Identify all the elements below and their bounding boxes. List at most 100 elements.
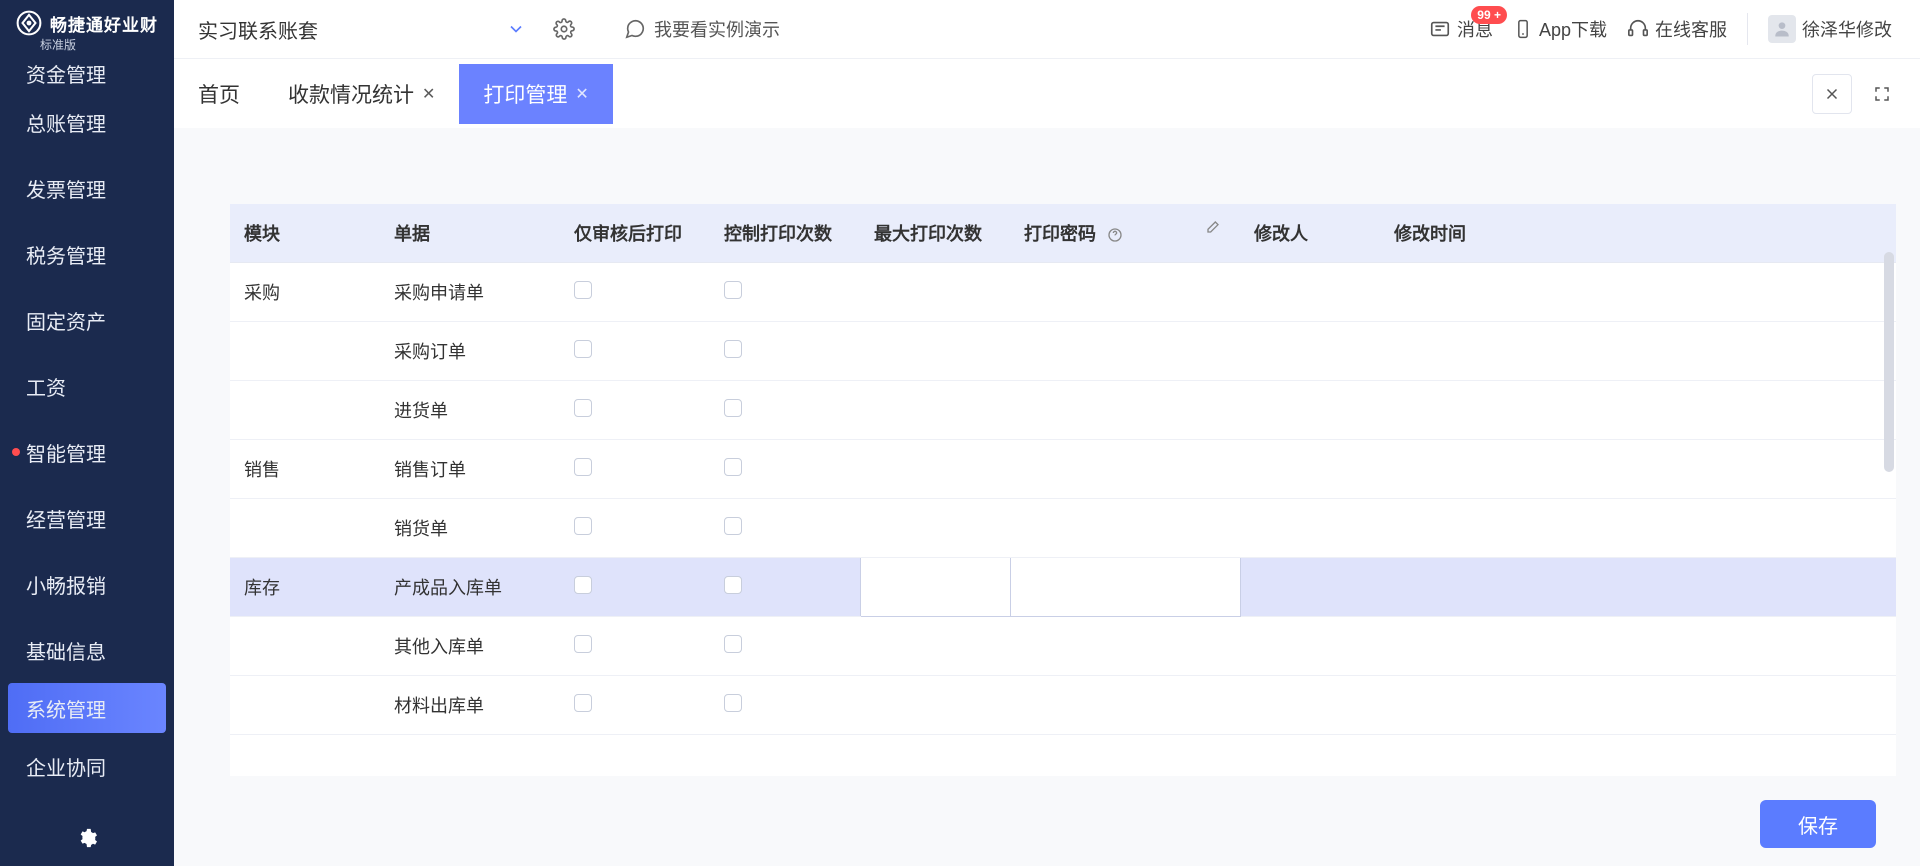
message-icon: [1429, 18, 1451, 40]
cell-audit: [560, 381, 710, 440]
cell-ctrl: [710, 322, 860, 381]
messages-button[interactable]: 消息 99 +: [1429, 16, 1493, 42]
scrollbar[interactable]: [1884, 252, 1894, 472]
table-row[interactable]: 采购采购申请单: [230, 263, 1896, 322]
support-button[interactable]: 在线客服: [1627, 16, 1727, 42]
user-menu[interactable]: 徐泽华修改: [1768, 15, 1892, 43]
col-ctrl: 控制打印次数: [710, 204, 860, 263]
audit-checkbox[interactable]: [574, 340, 592, 358]
account-name: 实习联系账套: [198, 15, 318, 44]
cell-audit: [560, 322, 710, 381]
sidebar-item-assets[interactable]: 固定资产: [0, 287, 174, 353]
sidebar-item-tax[interactable]: 税务管理: [0, 221, 174, 287]
audit-checkbox[interactable]: [574, 458, 592, 476]
ctrl-checkbox[interactable]: [724, 517, 742, 535]
headset-icon: [1627, 18, 1649, 40]
audit-checkbox[interactable]: [574, 635, 592, 653]
table-row[interactable]: 材料出库单: [230, 676, 1896, 735]
fullscreen-button[interactable]: [1862, 74, 1902, 114]
cell-ctrl: [710, 676, 860, 735]
col-modifier: 修改人: [1240, 204, 1380, 263]
cell-modtime: [1380, 440, 1896, 499]
cell-pwd: [1010, 381, 1240, 440]
cell-audit: [560, 440, 710, 499]
app-download-button[interactable]: App下载: [1513, 16, 1607, 42]
cell-max[interactable]: [860, 558, 1010, 617]
audit-checkbox[interactable]: [574, 399, 592, 417]
cell-audit: [560, 263, 710, 322]
cell-module: [230, 499, 380, 558]
sidebar-item-ledger[interactable]: 总账管理: [0, 89, 174, 155]
save-button[interactable]: 保存: [1760, 800, 1876, 848]
brand-edition: 标准版: [0, 36, 174, 53]
sidebar: 畅捷通好业财 标准版 资金管理 总账管理 发票管理 税务管理 固定资产 工资 智…: [0, 0, 174, 866]
account-selector[interactable]: 实习联系账套: [174, 0, 544, 58]
demo-label: 我要看实例演示: [654, 16, 780, 42]
demo-link[interactable]: 我要看实例演示: [624, 16, 780, 42]
ctrl-checkbox[interactable]: [724, 399, 742, 417]
ctrl-checkbox[interactable]: [724, 694, 742, 712]
close-icon[interactable]: ✕: [422, 84, 435, 104]
edit-icon[interactable]: [1204, 220, 1220, 236]
audit-checkbox[interactable]: [574, 517, 592, 535]
cell-module: [230, 676, 380, 735]
content-area: 模块 单据 仅审核后打印 控制打印次数 最大打印次数 打印密码 修改人 修改时间…: [174, 128, 1920, 866]
table-row[interactable]: 采购订单: [230, 322, 1896, 381]
cell-pwd[interactable]: [1010, 558, 1240, 617]
ctrl-checkbox[interactable]: [724, 576, 742, 594]
close-all-tabs-button[interactable]: [1812, 74, 1852, 114]
tab-receipt-stats[interactable]: 收款情况统计 ✕: [264, 64, 459, 124]
cell-module: [230, 322, 380, 381]
gear-icon: [553, 18, 575, 40]
table-row[interactable]: 进货单: [230, 381, 1896, 440]
sidebar-item-system[interactable]: 系统管理: [8, 683, 166, 733]
close-icon[interactable]: ✕: [575, 84, 588, 104]
audit-checkbox[interactable]: [574, 576, 592, 594]
cell-audit: [560, 617, 710, 676]
sidebar-item-collab[interactable]: 企业协同: [0, 733, 174, 799]
col-audit: 仅审核后打印: [560, 204, 710, 263]
ctrl-checkbox[interactable]: [724, 340, 742, 358]
col-doc: 单据: [380, 204, 560, 263]
sidebar-item-smart[interactable]: 智能管理: [0, 419, 174, 485]
tabs-bar: 首页 收款情况统计 ✕ 打印管理 ✕: [174, 58, 1920, 128]
col-pwd: 打印密码: [1010, 204, 1240, 263]
ctrl-checkbox[interactable]: [724, 635, 742, 653]
tab-home[interactable]: 首页: [174, 64, 264, 124]
audit-checkbox[interactable]: [574, 281, 592, 299]
cell-ctrl: [710, 263, 860, 322]
cell-pwd: [1010, 617, 1240, 676]
notification-dot-icon: [12, 448, 20, 456]
help-icon[interactable]: [1107, 227, 1123, 243]
tab-print-mgmt[interactable]: 打印管理 ✕: [459, 64, 612, 124]
cell-modifier: [1240, 440, 1380, 499]
cell-modifier: [1240, 381, 1380, 440]
support-label: 在线客服: [1655, 16, 1727, 42]
cell-modifier: [1240, 558, 1380, 617]
cell-module: [230, 381, 380, 440]
settings-button[interactable]: [544, 9, 584, 49]
sidebar-item-expense[interactable]: 小畅报销: [0, 551, 174, 617]
cell-modifier: [1240, 499, 1380, 558]
table-row[interactable]: 库存产成品入库单: [230, 558, 1896, 617]
ctrl-checkbox[interactable]: [724, 458, 742, 476]
table-row[interactable]: 其他入库单: [230, 617, 1896, 676]
cell-ctrl: [710, 499, 860, 558]
cell-modtime: [1380, 381, 1896, 440]
ctrl-checkbox[interactable]: [724, 281, 742, 299]
sidebar-item-basic[interactable]: 基础信息: [0, 617, 174, 683]
sidebar-item-salary[interactable]: 工资: [0, 353, 174, 419]
sidebar-item-business[interactable]: 经营管理: [0, 485, 174, 551]
table-row[interactable]: 销售销售订单: [230, 440, 1896, 499]
phone-icon: [1513, 19, 1533, 39]
tab-label: 打印管理: [483, 79, 567, 109]
sidebar-settings-button[interactable]: [0, 818, 174, 858]
table-header-row: 模块 单据 仅审核后打印 控制打印次数 最大打印次数 打印密码 修改人 修改时间: [230, 204, 1896, 263]
cell-max: [860, 263, 1010, 322]
cell-audit: [560, 558, 710, 617]
table-row[interactable]: 销货单: [230, 499, 1896, 558]
audit-checkbox[interactable]: [574, 694, 592, 712]
sidebar-item-partial[interactable]: 资金管理: [0, 59, 174, 89]
sidebar-item-invoice[interactable]: 发票管理: [0, 155, 174, 221]
cell-doc: 进货单: [380, 381, 560, 440]
